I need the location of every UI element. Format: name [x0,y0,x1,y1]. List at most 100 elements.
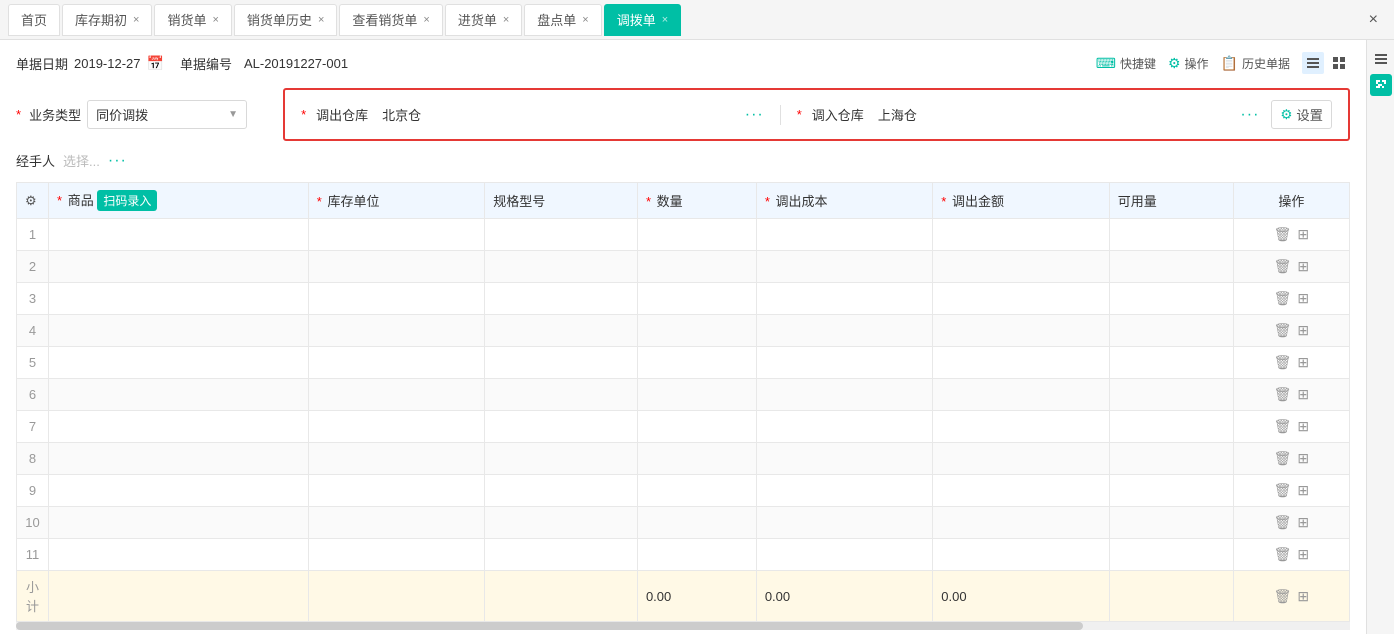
row-11-product[interactable] [49,539,309,571]
person-more-button[interactable]: ··· [108,152,127,170]
row-4-product[interactable] [49,315,309,347]
row-1-quantity[interactable] [637,219,756,251]
delete-icon-8[interactable]: 🗑 [1274,450,1292,467]
row-10-cost[interactable] [756,507,932,539]
tab-view-sales-close[interactable]: × [423,14,429,26]
copy-icon-11[interactable]: ⊞ [1297,546,1309,563]
row-2-unit[interactable] [308,251,484,283]
sidebar-expand-icon[interactable] [1370,74,1392,96]
delete-icon-7[interactable]: 🗑 [1274,418,1292,435]
copy-icon-5[interactable]: ⊞ [1297,354,1309,371]
row-9-product[interactable] [49,475,309,507]
row-10-product[interactable] [49,507,309,539]
copy-icon-10[interactable]: ⊞ [1297,514,1309,531]
row-5-product[interactable] [49,347,309,379]
row-10-unit[interactable] [308,507,484,539]
row-4-amount[interactable] [933,315,1109,347]
row-8-available[interactable] [1109,443,1233,475]
operations-button[interactable]: ⚙ 操作 [1168,55,1209,72]
row-6-available[interactable] [1109,379,1233,411]
row-3-cost[interactable] [756,283,932,315]
subtotal-copy-icon[interactable]: ⊞ [1297,588,1309,605]
row-1-product[interactable] [49,219,309,251]
row-10-available[interactable] [1109,507,1233,539]
row-7-quantity[interactable] [637,411,756,443]
shortcuts-button[interactable]: ⌨ 快捷键 [1096,55,1156,72]
row-5-quantity[interactable] [637,347,756,379]
row-1-cost[interactable] [756,219,932,251]
person-select[interactable]: 选择... [63,151,100,170]
delete-icon-11[interactable]: 🗑 [1274,546,1292,563]
row-5-cost[interactable] [756,347,932,379]
tab-sales-order[interactable]: 销货单 × [154,4,231,36]
delete-icon-4[interactable]: 🗑 [1274,322,1292,339]
row-7-cost[interactable] [756,411,932,443]
row-11-cost[interactable] [756,539,932,571]
delete-icon-9[interactable]: 🗑 [1274,482,1292,499]
row-3-available[interactable] [1109,283,1233,315]
row-8-cost[interactable] [756,443,932,475]
row-5-unit[interactable] [308,347,484,379]
row-8-amount[interactable] [933,443,1109,475]
row-5-available[interactable] [1109,347,1233,379]
row-2-cost[interactable] [756,251,932,283]
tab-inventory-check[interactable]: 盘点单 × [524,4,601,36]
row-3-product[interactable] [49,283,309,315]
copy-icon-7[interactable]: ⊞ [1297,418,1309,435]
row-2-spec[interactable] [485,251,638,283]
subtotal-delete-icon[interactable]: 🗑 [1274,588,1292,605]
calendar-icon[interactable]: 📅 [147,55,164,72]
row-4-spec[interactable] [485,315,638,347]
row-7-available[interactable] [1109,411,1233,443]
row-1-spec[interactable] [485,219,638,251]
layout-list-button[interactable] [1302,52,1324,74]
settings-button[interactable]: ⚙ 设置 [1271,100,1332,129]
tab-home[interactable]: 首页 [8,4,60,36]
copy-icon-8[interactable]: ⊞ [1297,450,1309,467]
copy-icon-4[interactable]: ⊞ [1297,322,1309,339]
row-5-spec[interactable] [485,347,638,379]
row-2-available[interactable] [1109,251,1233,283]
row-9-spec[interactable] [485,475,638,507]
tab-inventory-check-close[interactable]: × [582,14,588,26]
copy-icon-2[interactable]: ⊞ [1297,258,1309,275]
copy-icon-9[interactable]: ⊞ [1297,482,1309,499]
row-1-amount[interactable] [933,219,1109,251]
row-10-amount[interactable] [933,507,1109,539]
row-9-amount[interactable] [933,475,1109,507]
row-7-product[interactable] [49,411,309,443]
out-warehouse-more-button[interactable]: ··· [745,106,764,124]
row-11-quantity[interactable] [637,539,756,571]
row-11-spec[interactable] [485,539,638,571]
copy-icon-1[interactable]: ⊞ [1297,226,1309,243]
business-type-select[interactable]: 同价调拨 ▼ [87,100,247,129]
row-10-spec[interactable] [485,507,638,539]
tab-sales-history-close[interactable]: × [318,14,324,26]
row-6-quantity[interactable] [637,379,756,411]
in-warehouse-more-button[interactable]: ··· [1240,106,1259,124]
row-6-unit[interactable] [308,379,484,411]
row-10-quantity[interactable] [637,507,756,539]
delete-icon-10[interactable]: 🗑 [1274,514,1292,531]
row-4-cost[interactable] [756,315,932,347]
delete-icon-1[interactable]: 🗑 [1274,226,1292,243]
tab-purchase-close[interactable]: × [503,14,509,26]
tab-inventory-init-close[interactable]: × [133,14,139,26]
row-7-spec[interactable] [485,411,638,443]
row-9-quantity[interactable] [637,475,756,507]
row-2-amount[interactable] [933,251,1109,283]
row-7-unit[interactable] [308,411,484,443]
row-8-spec[interactable] [485,443,638,475]
row-6-spec[interactable] [485,379,638,411]
tab-view-sales[interactable]: 查看销货单 × [339,4,442,36]
delete-icon-2[interactable]: 🗑 [1274,258,1292,275]
tab-inventory-init[interactable]: 库存期初 × [62,4,152,36]
row-8-product[interactable] [49,443,309,475]
history-button[interactable]: 📋 历史单据 [1221,55,1290,72]
row-6-product[interactable] [49,379,309,411]
row-9-available[interactable] [1109,475,1233,507]
tab-purchase[interactable]: 进货单 × [445,4,522,36]
row-5-amount[interactable] [933,347,1109,379]
close-all-button[interactable]: × [1361,7,1386,33]
row-1-available[interactable] [1109,219,1233,251]
